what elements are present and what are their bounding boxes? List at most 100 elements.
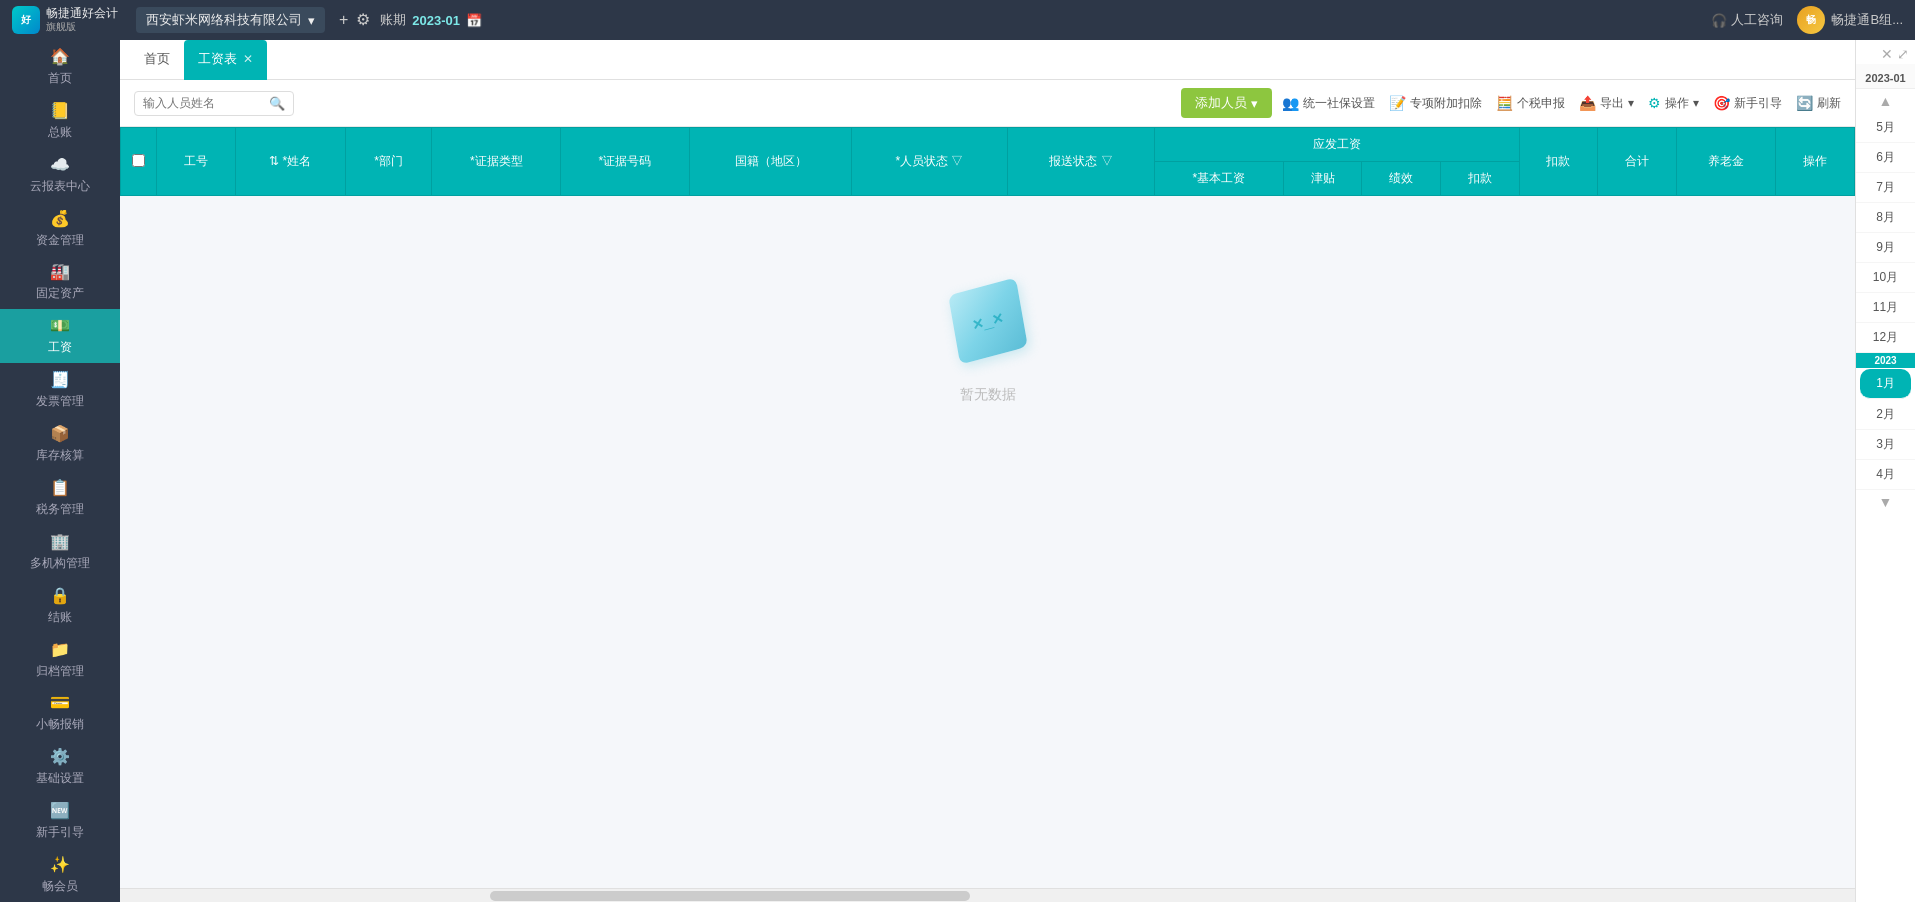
month-item-8[interactable]: 8月 xyxy=(1856,203,1915,233)
name-header[interactable]: ⇅ *姓名 xyxy=(235,128,345,196)
salary-group-header: 应发工资 xyxy=(1155,128,1519,162)
panel-period-header: 2023-01 xyxy=(1856,64,1915,89)
year-badge: 2023 xyxy=(1856,353,1915,368)
sidebar-item-label: 云报表中心 xyxy=(30,178,90,195)
fund-icon: 💰 xyxy=(50,209,70,228)
top-bar-actions: + ⚙ xyxy=(339,12,370,28)
special-deduct-icon: 📝 xyxy=(1389,95,1406,111)
new-guide-btn[interactable]: 🎯 新手引导 xyxy=(1713,95,1782,112)
user-area[interactable]: 畅 畅捷通B组... xyxy=(1797,6,1903,34)
month-item-12[interactable]: 12月 xyxy=(1856,323,1915,353)
calendar-icon[interactable]: 📅 xyxy=(466,13,482,28)
month-item-7[interactable]: 7月 xyxy=(1856,173,1915,203)
month-item-5[interactable]: 5月 xyxy=(1856,113,1915,143)
month-item-2[interactable]: 2月 xyxy=(1856,400,1915,430)
sidebar: 🏠 首页 📒 总账 ☁️ 云报表中心 💰 资金管理 🏭 固定资产 💵 工资 🧾 … xyxy=(0,40,120,902)
tab-salary-table[interactable]: 工资表 ✕ xyxy=(184,40,267,80)
operations-header: 操作 xyxy=(1776,128,1855,196)
checkbox-header[interactable] xyxy=(121,128,157,196)
sidebar-item-cloud-report[interactable]: ☁️ 云报表中心 xyxy=(0,148,120,202)
tax-declare-btn[interactable]: 🧮 个税申报 xyxy=(1496,95,1565,112)
month-item-3[interactable]: 3月 xyxy=(1856,430,1915,460)
tab-bar: 首页 工资表 ✕ xyxy=(120,40,1855,80)
month-panel: ✕ ⤢ 2023-01 ▲ 5月 6月 7月 8月 9月 10月 11月 12月… xyxy=(1855,40,1915,902)
month-item-11[interactable]: 11月 xyxy=(1856,293,1915,323)
select-all-checkbox[interactable] xyxy=(132,154,145,167)
invoice-icon: 🧾 xyxy=(50,370,70,389)
period-label: 账期 xyxy=(380,11,406,29)
expense-icon: 💳 xyxy=(50,693,70,712)
deduct-header: 扣款 xyxy=(1519,128,1598,196)
sidebar-item-label: 工资 xyxy=(48,339,72,356)
search-icon[interactable]: 🔍 xyxy=(269,96,285,111)
sidebar-item-home[interactable]: 🏠 首页 xyxy=(0,40,120,94)
month-item-4[interactable]: 4月 xyxy=(1856,460,1915,490)
add-person-button[interactable]: 添加人员 ▾ xyxy=(1181,88,1272,118)
performance-header: 绩效 xyxy=(1362,162,1441,196)
tax-declare-icon: 🧮 xyxy=(1496,95,1513,111)
service-button[interactable]: 🎧 人工咨询 xyxy=(1711,11,1783,29)
sidebar-item-new-guide[interactable]: 🆕 新手引导 xyxy=(0,794,120,848)
sidebar-item-vip[interactable]: ✨ 畅会员 xyxy=(0,848,120,902)
avatar: 畅 xyxy=(1797,6,1825,34)
content-area: 首页 工资表 ✕ 🔍 添加人员 ▾ 👥 统一社保设置 xyxy=(120,40,1855,902)
employee-id-header: 工号 xyxy=(157,128,236,196)
operations-icon: ⚙ xyxy=(1648,95,1661,111)
sidebar-item-settings[interactable]: ⚙️ 基础设置 xyxy=(0,740,120,794)
sidebar-item-expense[interactable]: 💳 小畅报销 xyxy=(0,687,120,741)
tab-home-label: 首页 xyxy=(144,50,170,68)
sidebar-item-fixed-asset[interactable]: 🏭 固定资产 xyxy=(0,256,120,310)
month-nav-down-button[interactable]: ▼ xyxy=(1856,490,1915,514)
refresh-btn[interactable]: 🔄 刷新 xyxy=(1796,95,1841,112)
app-logo: 好 畅捷通好会计 旗舰版 xyxy=(12,6,132,34)
add-person-label: 添加人员 xyxy=(1195,94,1247,112)
settings-button[interactable]: ⚙ xyxy=(356,12,370,28)
sidebar-item-tax[interactable]: 📋 税务管理 xyxy=(0,471,120,525)
empty-icon xyxy=(943,276,1033,366)
export-chevron-icon: ▾ xyxy=(1628,96,1634,110)
scrollbar-thumb[interactable] xyxy=(490,891,970,901)
multi-org-icon: 🏢 xyxy=(50,532,70,551)
month-nav-up-button[interactable]: ▲ xyxy=(1856,89,1915,113)
sidebar-item-archive[interactable]: 📁 归档管理 xyxy=(0,633,120,687)
month-item-1-active[interactable]: 1月 xyxy=(1860,369,1911,399)
staff-status-header[interactable]: *人员状态 ▽ xyxy=(852,128,1007,196)
sidebar-item-ledger[interactable]: 📒 总账 xyxy=(0,94,120,148)
username: 畅捷通B组... xyxy=(1831,11,1903,29)
sidebar-item-inventory[interactable]: 📦 库存核算 xyxy=(0,417,120,471)
month-item-9[interactable]: 9月 xyxy=(1856,233,1915,263)
logo-icon: 好 xyxy=(12,6,40,34)
company-selector[interactable]: 西安虾米网络科技有限公司 ▾ xyxy=(136,7,325,33)
sidebar-item-invoice[interactable]: 🧾 发票管理 xyxy=(0,363,120,417)
sidebar-item-salary[interactable]: 💵 工资 xyxy=(0,309,120,363)
export-btn[interactable]: 📤 导出 ▾ xyxy=(1579,95,1634,112)
period-value: 2023-01 xyxy=(412,13,460,28)
social-security-btn[interactable]: 👥 统一社保设置 xyxy=(1282,95,1375,112)
month-item-10[interactable]: 10月 xyxy=(1856,263,1915,293)
social-security-icon: 👥 xyxy=(1282,95,1299,111)
sidebar-item-closing[interactable]: 🔒 结账 xyxy=(0,579,120,633)
special-deduct-btn[interactable]: 📝 专项附加扣除 xyxy=(1389,95,1482,112)
empty-text: 暂无数据 xyxy=(960,386,1016,404)
search-input[interactable] xyxy=(143,96,263,110)
horizontal-scrollbar[interactable] xyxy=(120,888,1855,902)
cert-no-header: *证据号码 xyxy=(561,128,690,196)
month-item-6[interactable]: 6月 xyxy=(1856,143,1915,173)
sidebar-item-label: 结账 xyxy=(48,609,72,626)
sidebar-item-multi-org[interactable]: 🏢 多机构管理 xyxy=(0,525,120,579)
add-company-button[interactable]: + xyxy=(339,12,348,28)
tab-close-button[interactable]: ✕ xyxy=(243,52,253,66)
operations-btn[interactable]: ⚙ 操作 ▾ xyxy=(1648,95,1699,112)
salary-table: 工号 ⇅ *姓名 *部门 *证据类型 *证据号码 国籍（地区） *人员状态 ▽ … xyxy=(120,127,1855,484)
archive-icon: 📁 xyxy=(50,640,70,659)
export-icon: 📤 xyxy=(1579,95,1596,111)
sidebar-item-fund[interactable]: 💰 资金管理 xyxy=(0,202,120,256)
panel-close-button[interactable]: ✕ xyxy=(1879,44,1895,64)
tab-home[interactable]: 首页 xyxy=(130,40,184,80)
total-header: 合计 xyxy=(1598,128,1677,196)
settings-icon: ⚙️ xyxy=(50,747,70,766)
main-layout: 🏠 首页 📒 总账 ☁️ 云报表中心 💰 资金管理 🏭 固定资产 💵 工资 🧾 … xyxy=(0,40,1915,902)
report-status-header[interactable]: 报送状态 ▽ xyxy=(1007,128,1154,196)
pension-header: 养老金 xyxy=(1676,128,1776,196)
panel-expand-button[interactable]: ⤢ xyxy=(1895,44,1911,64)
